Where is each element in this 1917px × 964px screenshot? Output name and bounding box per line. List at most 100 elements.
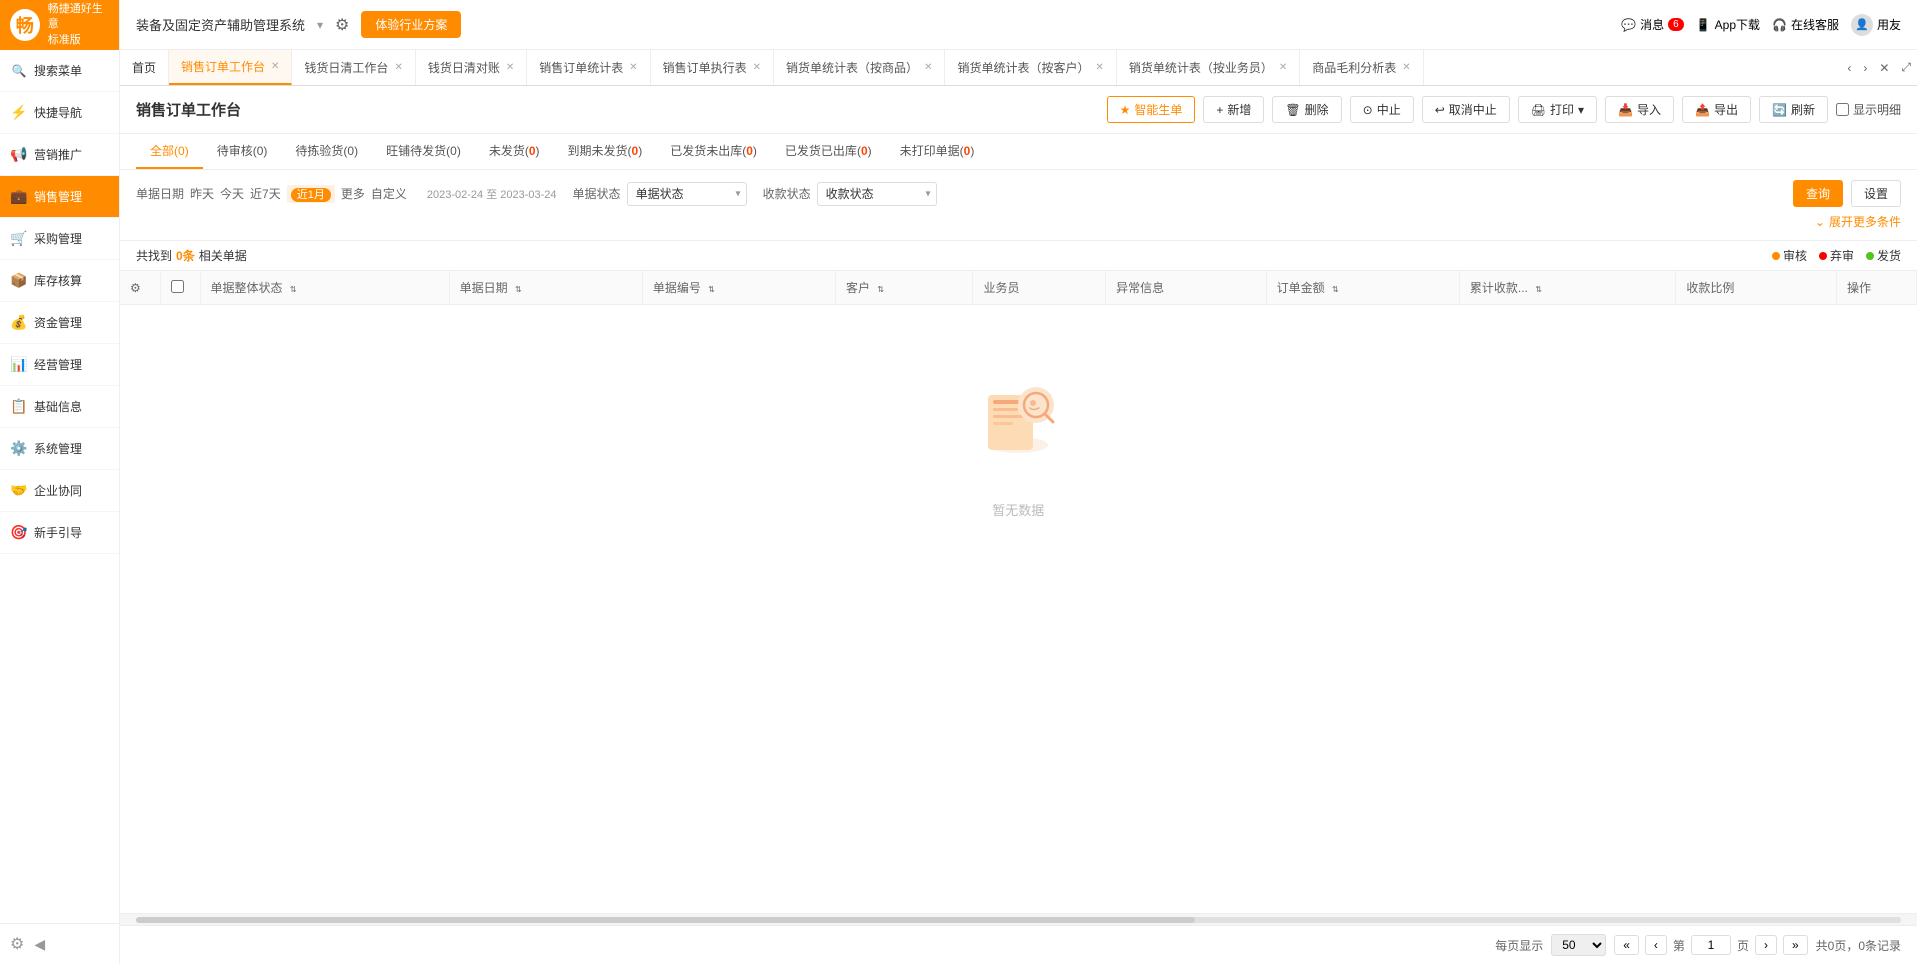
- add-button[interactable]: + 新增: [1203, 96, 1264, 123]
- tab-sales-order[interactable]: 销售订单工作台 ✕: [169, 50, 292, 85]
- tab-close-icon[interactable]: ✕: [1279, 62, 1287, 73]
- sort-icon[interactable]: ⇅: [877, 286, 884, 294]
- page-size-select[interactable]: 50 10 20 100: [1551, 934, 1606, 956]
- tabbar: 首页 销售订单工作台 ✕ 钱货日清工作台 ✕ 钱货日清对账 ✕ 销售订单统计表 …: [120, 50, 1917, 86]
- next-page-button[interactable]: ›: [1755, 935, 1777, 955]
- stop-button[interactable]: ⊙ 中止: [1350, 96, 1414, 123]
- tab-cash-reconcile[interactable]: 钱货日清对账 ✕: [416, 50, 527, 85]
- smart-create-button[interactable]: ★ 智能生单: [1107, 96, 1196, 123]
- tab-goods-stats-customer[interactable]: 销货单统计表（按客户） ✕: [945, 50, 1116, 85]
- sidebar-item-basic[interactable]: 📋 基础信息: [0, 386, 119, 428]
- show-detail-input[interactable]: [1836, 103, 1849, 116]
- tab-home[interactable]: 首页: [120, 50, 169, 85]
- subtab-shipped-out[interactable]: 已发货已出库(0): [771, 134, 886, 169]
- tab-cash-daily-label: 钱货日清工作台: [304, 59, 388, 76]
- payment-select[interactable]: 收款状态: [817, 182, 937, 206]
- sidebar-item-sales[interactable]: 💼 销售管理: [0, 176, 119, 218]
- date-today[interactable]: 今天: [220, 185, 244, 202]
- sort-icon[interactable]: ⇅: [1535, 286, 1542, 294]
- print-button[interactable]: 🖨 打印 ▾: [1518, 96, 1597, 123]
- subtab-expired-not-shipped[interactable]: 到期未发货(0): [554, 134, 657, 169]
- tab-cash-daily[interactable]: 钱货日清工作台 ✕: [292, 50, 415, 85]
- review-action[interactable]: 审核: [1772, 247, 1807, 264]
- tab-close-all-btn[interactable]: ✕: [1873, 61, 1895, 75]
- export-button[interactable]: 📤 导出: [1682, 96, 1751, 123]
- tab-goods-stats-product[interactable]: 销货单统计表（按商品） ✕: [774, 50, 945, 85]
- date-custom[interactable]: 自定义: [371, 185, 407, 202]
- newbie-icon: 🎯: [10, 524, 28, 541]
- date-1month[interactable]: 近1月: [287, 185, 335, 203]
- tab-close-icon[interactable]: ✕: [1095, 62, 1103, 73]
- date-7days[interactable]: 近7天: [250, 185, 281, 202]
- refresh-button[interactable]: 🔄 刷新: [1759, 96, 1828, 123]
- gear-icon[interactable]: ⚙: [335, 15, 349, 35]
- sidebar-item-collab[interactable]: 🤝 企业协同: [0, 470, 119, 512]
- sidebar-item-search[interactable]: 🔍 搜索菜单: [0, 50, 119, 92]
- expand-filter-button[interactable]: ⌄ 展开更多条件: [1815, 213, 1901, 230]
- tab-order-exec[interactable]: 销售订单执行表 ✕: [651, 50, 774, 85]
- tab-prev-btn[interactable]: ‹: [1841, 61, 1857, 75]
- tab-maximize-btn[interactable]: ⤢: [1895, 60, 1917, 75]
- sidebar-item-quicknav[interactable]: ⚡ 快捷导航: [0, 92, 119, 134]
- online-service-action[interactable]: 🎧 在线客服: [1772, 16, 1839, 33]
- app-download-action[interactable]: 📱 App下载: [1696, 16, 1760, 33]
- subtab-not-shipped[interactable]: 未发货(0): [475, 134, 554, 169]
- settings-icon[interactable]: ⚙: [10, 934, 24, 954]
- tab-close-icon[interactable]: ✕: [629, 62, 637, 73]
- sidebar-item-promo[interactable]: 📢 营销推广: [0, 134, 119, 176]
- cancel-stop-button[interactable]: ↩ 取消中止: [1422, 96, 1510, 123]
- tab-goods-stats-staff[interactable]: 销货单统计表（按业务员） ✕: [1117, 50, 1300, 85]
- query-button[interactable]: 查询: [1793, 180, 1843, 207]
- tab-order-stats[interactable]: 销售订单统计表 ✕: [527, 50, 650, 85]
- date-more[interactable]: 更多: [341, 185, 365, 202]
- ship-action[interactable]: 发货: [1866, 247, 1901, 264]
- subtab-pending-review[interactable]: 待审核(0): [203, 134, 282, 169]
- sort-icon[interactable]: ⇅: [708, 286, 715, 294]
- last-page-button[interactable]: »: [1783, 935, 1808, 955]
- subtab-pending-check[interactable]: 待拣验货(0): [281, 134, 372, 169]
- sidebar-item-newbie[interactable]: 🎯 新手引导: [0, 512, 119, 554]
- subtab-shipped-not-out[interactable]: 已发货未出库(0): [656, 134, 771, 169]
- tab-close-icon[interactable]: ✕: [753, 62, 761, 73]
- sidebar-item-label: 销售管理: [34, 188, 82, 205]
- tab-close-icon[interactable]: ✕: [1402, 62, 1410, 73]
- sort-icon[interactable]: ⇅: [515, 286, 522, 294]
- system-dropdown-icon[interactable]: ▾: [317, 18, 323, 32]
- page-number-input[interactable]: [1691, 935, 1731, 955]
- first-page-button[interactable]: «: [1614, 935, 1639, 955]
- tab-margin-analysis[interactable]: 商品毛利分析表 ✕: [1300, 50, 1423, 85]
- status-select[interactable]: 单据状态: [627, 182, 747, 206]
- sidebar-item-operation[interactable]: 📊 经营管理: [0, 344, 119, 386]
- subtab-not-printed[interactable]: 未打印单据(0): [886, 134, 989, 169]
- solution-button[interactable]: 体验行业方案: [361, 11, 461, 38]
- tab-next-btn[interactable]: ›: [1857, 61, 1873, 75]
- sort-icon[interactable]: ⇅: [290, 286, 297, 294]
- sidebar-item-purchase[interactable]: 🛒 采购管理: [0, 218, 119, 260]
- collapse-icon[interactable]: ◀: [34, 936, 45, 953]
- filter-settings-button[interactable]: 设置: [1851, 180, 1901, 207]
- tab-close-icon[interactable]: ✕: [924, 62, 932, 73]
- sidebar-item-finance[interactable]: 💰 资金管理: [0, 302, 119, 344]
- message-action[interactable]: 💬 消息 6: [1621, 16, 1684, 33]
- tab-close-icon[interactable]: ✕: [271, 61, 279, 72]
- tab-margin-analysis-label: 商品毛利分析表: [1312, 59, 1396, 76]
- sort-icon[interactable]: ⇅: [1332, 286, 1339, 294]
- delete-button[interactable]: 🗑 删除: [1272, 96, 1341, 123]
- date-yesterday[interactable]: 昨天: [190, 185, 214, 202]
- sidebar-item-system[interactable]: ⚙️ 系统管理: [0, 428, 119, 470]
- prev-page-button[interactable]: ‹: [1645, 935, 1667, 955]
- subtab-all[interactable]: 全部(0): [136, 134, 203, 169]
- tab-close-icon[interactable]: ✕: [506, 62, 514, 73]
- import-button[interactable]: 📥 导入: [1605, 96, 1674, 123]
- scrollbar-thumb[interactable]: [136, 917, 1195, 923]
- tab-close-icon[interactable]: ✕: [394, 62, 402, 73]
- horizontal-scrollbar[interactable]: [120, 913, 1917, 925]
- user-action[interactable]: 👤 用友: [1851, 14, 1901, 36]
- data-table: ⚙ 单据整体状态 ⇅ 单据日期 ⇅: [120, 271, 1917, 579]
- cancel-review-action[interactable]: 弃审: [1819, 247, 1854, 264]
- subtab-wangpu[interactable]: 旺铺待发货(0): [372, 134, 475, 169]
- settings-icon[interactable]: ⚙: [130, 281, 141, 295]
- select-all-checkbox[interactable]: [171, 280, 184, 293]
- sidebar-item-inventory[interactable]: 📦 库存核算: [0, 260, 119, 302]
- show-detail-checkbox[interactable]: 显示明细: [1836, 101, 1901, 118]
